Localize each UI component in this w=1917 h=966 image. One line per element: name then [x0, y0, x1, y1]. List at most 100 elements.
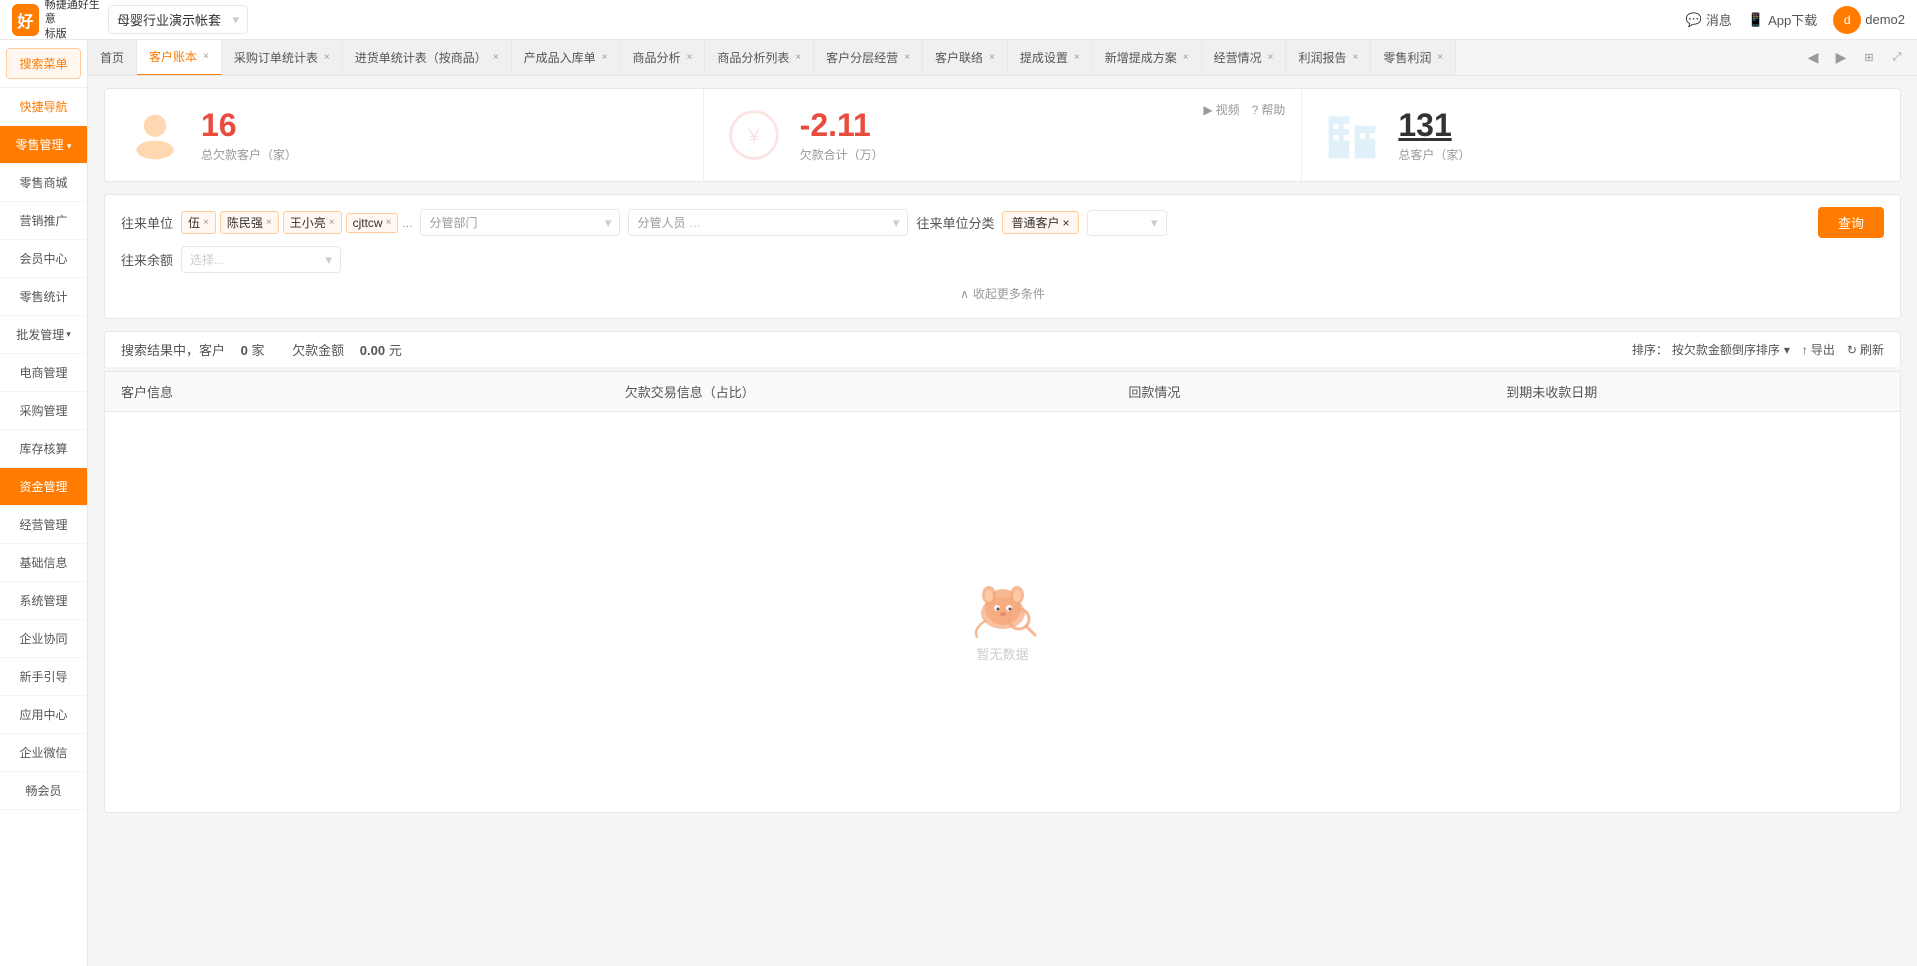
result-count-text: 搜索结果中，客户 0 家: [121, 343, 280, 358]
chevron-down-icon: ▾: [1784, 343, 1790, 357]
filter-dept-select[interactable]: 分管部门 ▾: [420, 209, 620, 236]
sidebar-item-purchase[interactable]: 采购管理: [0, 392, 87, 430]
stat-value-customers: 16: [201, 107, 297, 144]
tab-close-icon[interactable]: ×: [324, 52, 330, 63]
tab-mention-settings[interactable]: 提成设置 ×: [1008, 40, 1093, 76]
sidebar-item-basic[interactable]: 基础信息: [0, 544, 87, 582]
empty-text: 暂无数据: [976, 644, 1028, 663]
user-profile[interactable]: d demo2: [1833, 6, 1905, 34]
sidebar-item-marketing[interactable]: 营销推广: [0, 202, 87, 240]
tab-close-icon[interactable]: ×: [493, 52, 499, 63]
remove-tag-cjttcw-btn[interactable]: ×: [386, 217, 392, 228]
video-btn[interactable]: ▶ 视频: [1203, 101, 1239, 118]
remove-tag-wu-btn[interactable]: ×: [203, 217, 209, 228]
tab-prev-btn[interactable]: ◀: [1801, 46, 1825, 70]
stat-card-actions: ▶ 视频 ? 帮助: [1203, 101, 1285, 118]
sidebar-item-corp-wechat[interactable]: 企业微信: [0, 734, 87, 772]
refresh-btn[interactable]: ↻ 刷新: [1847, 341, 1884, 358]
sidebar-item-retail-mall[interactable]: 零售商城: [0, 164, 87, 202]
logo-area: 好 畅捷通好生意 标版: [12, 0, 100, 41]
svg-text:¥: ¥: [747, 125, 760, 148]
remove-tag-chen-btn[interactable]: ×: [266, 217, 272, 228]
tab-close-icon[interactable]: ×: [1437, 52, 1443, 63]
tab-bar-actions: ◀ ▶ ⊞ ⤢: [1793, 46, 1917, 70]
data-table: 客户信息 欠款交易信息（占比） 回款情况 到期未收款日期: [104, 371, 1901, 813]
tab-close-icon[interactable]: ×: [602, 52, 608, 63]
sidebar-item-corp-collab[interactable]: 企业协同: [0, 620, 87, 658]
tab-retail-profit[interactable]: 零售利润 ×: [1371, 40, 1456, 76]
chevron-down-icon: ▾: [1151, 215, 1158, 231]
tab-ops-situation[interactable]: 经营情况 ×: [1202, 40, 1287, 76]
tab-close-icon[interactable]: ×: [795, 52, 801, 63]
sidebar-item-retail-mgmt[interactable]: 零售管理 ▾: [0, 126, 87, 164]
stat-label-debt: 欠款合计（万）: [800, 146, 884, 163]
sidebar-item-inventory[interactable]: 库存核算: [0, 430, 87, 468]
sidebar-item-new-guide[interactable]: 新手引导: [0, 658, 87, 696]
sidebar-item-ecom[interactable]: 电商管理: [0, 354, 87, 392]
video-icon: ▶: [1203, 103, 1212, 117]
tab-close-icon[interactable]: ×: [1183, 52, 1189, 63]
customer-icon: [125, 105, 185, 165]
chevron-down-icon: ▾: [232, 12, 239, 28]
sort-select[interactable]: 排序： 按欠款金额倒序排序 ▾: [1632, 341, 1790, 358]
tab-close-icon[interactable]: ×: [686, 52, 692, 63]
remove-tag-wang-btn[interactable]: ×: [329, 217, 335, 228]
tab-inbound-stats[interactable]: 进货单统计表（按商品） ×: [343, 40, 512, 76]
tab-close-icon[interactable]: ×: [904, 52, 910, 63]
tab-product-inbound[interactable]: 产成品入库单 ×: [512, 40, 621, 76]
logo-icon: 好: [12, 4, 39, 36]
sidebar-item-retail-stat[interactable]: 零售统计: [0, 278, 87, 316]
chevron-up-icon: ∧: [960, 287, 969, 301]
building-icon: [1322, 105, 1382, 165]
tab-profit-report[interactable]: 利润报告 ×: [1286, 40, 1371, 76]
messages-btn[interactable]: 💬 消息: [1686, 10, 1732, 29]
tab-close-icon[interactable]: ×: [1352, 52, 1358, 63]
filter-balance-select[interactable]: 选择... ▾: [181, 246, 341, 273]
filter-person-select[interactable]: 分管人员 ... ▾: [628, 209, 908, 236]
sidebar-item-finance[interactable]: 资金管理: [0, 468, 87, 506]
tab-customer-tier[interactable]: 客户分层经营 ×: [814, 40, 923, 76]
app-selector[interactable]: 母婴行业演示帐套 ▾: [108, 5, 248, 34]
filter-category-tag: 普通客户 ×: [1002, 211, 1078, 234]
remove-category-tag-btn[interactable]: ×: [1062, 216, 1069, 230]
tab-close-icon[interactable]: ×: [203, 51, 209, 62]
tab-close-icon[interactable]: ×: [989, 52, 995, 63]
filter-area: 往来单位 伍 × 陈民强 × 王小亮 ×: [104, 194, 1901, 319]
top-bar-right: 💬 消息 📱 App下载 d demo2: [1686, 6, 1905, 34]
stat-info-customers: 16 总欠款客户（家）: [201, 107, 297, 163]
filter-tag-wangxiaoliang: 王小亮 ×: [283, 211, 342, 234]
sidebar-item-app-center[interactable]: 应用中心: [0, 696, 87, 734]
tab-new-mention-plan[interactable]: 新增提成方案 ×: [1093, 40, 1202, 76]
tab-home[interactable]: 首页: [88, 40, 137, 76]
tab-product-analysis-list[interactable]: 商品分析列表 ×: [705, 40, 814, 76]
chevron-down-icon: ▾: [67, 141, 72, 151]
download-icon: 📱: [1748, 12, 1764, 28]
debt-icon: ¥: [724, 105, 784, 165]
tab-purchase-order-stats[interactable]: 采购订单统计表 ×: [222, 40, 343, 76]
sidebar-item-quick-nav[interactable]: 快捷导航: [0, 88, 87, 126]
query-btn[interactable]: 查询: [1818, 207, 1884, 238]
help-btn[interactable]: ? 帮助: [1252, 101, 1286, 118]
collapse-filter-btn[interactable]: ∧ 收起更多条件: [948, 281, 1057, 306]
search-menu-btn[interactable]: 搜索菜单: [6, 48, 81, 79]
tab-fullscreen-btn[interactable]: ⤢: [1885, 46, 1909, 70]
top-bar-left: 好 畅捷通好生意 标版 母婴行业演示帐套 ▾: [12, 0, 248, 41]
tab-customer-ledger[interactable]: 客户账本 ×: [137, 40, 222, 76]
sidebar-item-member-plus[interactable]: 畅会员: [0, 772, 87, 810]
app-download-btn[interactable]: 📱 App下载: [1748, 10, 1817, 29]
tab-product-analysis[interactable]: 商品分析 ×: [620, 40, 705, 76]
export-btn[interactable]: ↑ 导出: [1802, 341, 1835, 358]
tab-customer-contact[interactable]: 客户联络 ×: [923, 40, 1008, 76]
filter-category-dropdown[interactable]: ▾: [1087, 210, 1167, 236]
filter-more-tags-btn[interactable]: ...: [402, 216, 412, 230]
tab-close-icon[interactable]: ×: [1074, 52, 1080, 63]
tab-expand-btn[interactable]: ⊞: [1857, 46, 1881, 70]
tab-next-btn[interactable]: ▶: [1829, 46, 1853, 70]
sidebar-search-area: 搜索菜单: [0, 40, 87, 88]
ellipsis-icon[interactable]: ...: [689, 215, 700, 230]
sidebar-item-sys[interactable]: 系统管理: [0, 582, 87, 620]
tab-close-icon[interactable]: ×: [1268, 52, 1274, 63]
sidebar-item-wholesale[interactable]: 批发管理 ▾: [0, 316, 87, 354]
sidebar-item-ops[interactable]: 经营管理: [0, 506, 87, 544]
sidebar-item-member[interactable]: 会员中心: [0, 240, 87, 278]
